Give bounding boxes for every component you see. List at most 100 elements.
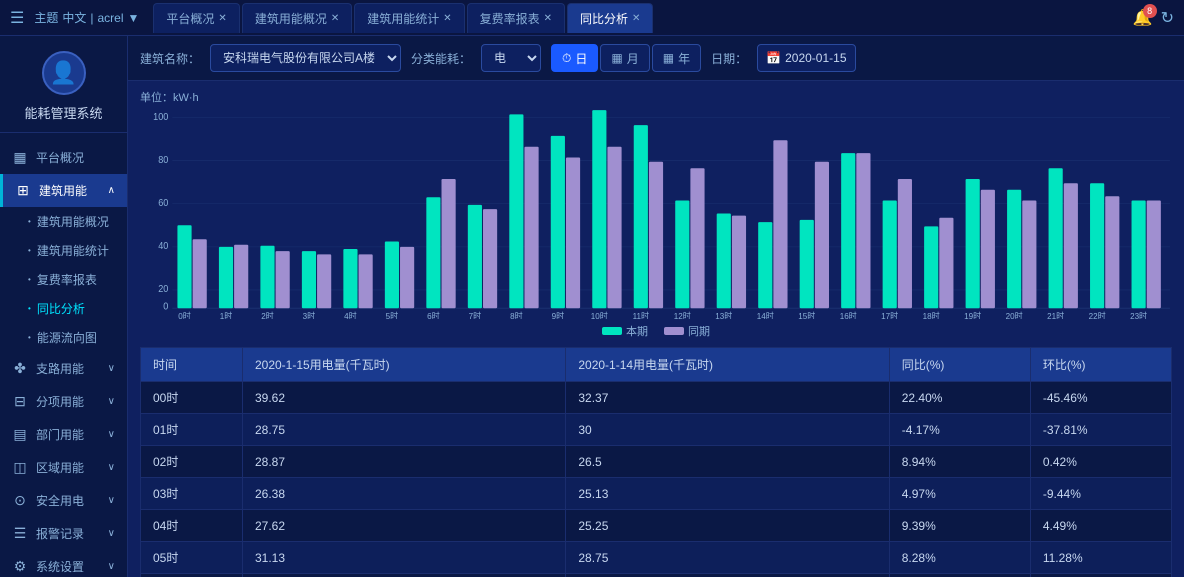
- table-cell-1-0: 01时: [141, 414, 243, 446]
- svg-text:5时: 5时: [386, 311, 399, 319]
- svg-text:20时: 20时: [1006, 311, 1024, 319]
- submenu-rate-report[interactable]: 复费率报表: [0, 265, 127, 294]
- tab-comparison[interactable]: 同比分析 ✕: [567, 3, 653, 33]
- tab-building-overview[interactable]: 建筑用能概况 ✕: [242, 3, 352, 33]
- close-tab-rate-report[interactable]: ✕: [544, 13, 552, 24]
- table-header-row: 时间 2020-1-15用电量(千瓦时) 2020-1-14用电量(千瓦时) 同…: [141, 348, 1172, 382]
- table-cell-2-3: 8.94%: [889, 446, 1030, 478]
- table-cell-3-3: 4.97%: [889, 478, 1030, 510]
- close-tab-platform[interactable]: ✕: [218, 13, 226, 24]
- branch-label: 支路用能: [36, 360, 84, 377]
- sidebar-item-region[interactable]: ◫ 区域用能 ∨: [0, 451, 127, 484]
- refresh-button[interactable]: ↻: [1161, 8, 1174, 28]
- chart-legend: 本期 同期: [140, 323, 1172, 339]
- settings-icon: ⚙: [12, 558, 28, 575]
- svg-text:11时: 11时: [633, 311, 650, 319]
- table-cell-3-4: -9.44%: [1030, 478, 1171, 510]
- svg-text:12时: 12时: [674, 311, 692, 319]
- svg-text:13时: 13时: [715, 311, 733, 319]
- hamburger-menu[interactable]: ☰: [10, 8, 24, 28]
- svg-text:17时: 17时: [881, 311, 899, 319]
- table-cell-6-1: 51.63: [242, 574, 565, 577]
- chart-container: 100 80 60 40 20 0: [140, 109, 1172, 319]
- submenu-comparison[interactable]: 同比分析: [0, 294, 127, 323]
- calendar-icon: 📅: [766, 51, 781, 65]
- safety-icon: ⊙: [12, 492, 28, 509]
- close-tab-building-overview[interactable]: ✕: [331, 13, 339, 24]
- col-mom: 环比(%): [1030, 348, 1171, 382]
- table-cell-2-1: 28.87: [242, 446, 565, 478]
- sidebar-menu: ▦ 平台概况 ⊞ 建筑用能 ∧ 建筑用能概况 建筑用能统计 复费率报表 同比分析…: [0, 133, 127, 577]
- table-cell-4-0: 04时: [141, 510, 243, 542]
- month-button[interactable]: ▦ 月: [600, 44, 649, 72]
- table-cell-0-1: 39.62: [242, 382, 565, 414]
- lang-label: 中文: [62, 9, 86, 26]
- day-button[interactable]: ⏱ 日: [551, 44, 598, 72]
- svg-text:40: 40: [158, 240, 168, 251]
- sidebar-item-platform[interactable]: ▦ 平台概况: [0, 141, 127, 174]
- sidebar-item-alarm[interactable]: ☰ 报警记录 ∨: [0, 517, 127, 550]
- svg-text:0时: 0时: [178, 311, 191, 319]
- year-button[interactable]: ▦ 年: [652, 44, 701, 72]
- clock-icon: ⏱: [562, 51, 571, 66]
- submenu-building-stats[interactable]: 建筑用能统计: [0, 236, 127, 265]
- date-filter-label: 日期：: [711, 50, 747, 67]
- tab-rate-report[interactable]: 复费率报表 ✕: [467, 3, 565, 33]
- svg-text:80: 80: [158, 154, 168, 165]
- category-label: 分项用能: [36, 393, 84, 410]
- year-grid-icon: ▦: [663, 51, 674, 65]
- building-label: 建筑用能: [39, 182, 87, 199]
- svg-text:22时: 22时: [1089, 311, 1107, 319]
- notification-button[interactable]: 🔔 8: [1133, 8, 1153, 28]
- table-cell-0-4: -45.46%: [1030, 382, 1171, 414]
- legend-current: 本期: [602, 323, 648, 339]
- sidebar-header: 👤 能耗管理系统: [0, 36, 127, 133]
- svg-text:20: 20: [158, 283, 168, 294]
- safety-arrow: ∨: [108, 495, 115, 506]
- svg-text:10时: 10时: [591, 311, 609, 319]
- legend-prev: 同期: [664, 323, 710, 339]
- svg-text:16时: 16时: [840, 311, 858, 319]
- submenu-building-overview[interactable]: 建筑用能概况: [0, 207, 127, 236]
- svg-text:23时: 23时: [1130, 311, 1148, 319]
- date-picker[interactable]: 📅 2020-01-15: [757, 44, 855, 72]
- svg-text:7时: 7时: [469, 311, 482, 319]
- table-cell-6-2: 60: [566, 574, 889, 577]
- category-select[interactable]: 电: [481, 44, 541, 72]
- sidebar-item-safety[interactable]: ⊙ 安全用电 ∨: [0, 484, 127, 517]
- sidebar-item-branch[interactable]: ✤ 支路用能 ∨: [0, 352, 127, 385]
- svg-text:0: 0: [163, 300, 168, 311]
- tab-building-stats[interactable]: 建筑用能统计 ✕: [354, 3, 464, 33]
- settings-arrow: ∨: [108, 561, 115, 572]
- table-cell-5-4: 11.28%: [1030, 542, 1171, 574]
- submenu-energy-flow[interactable]: 能源流向图: [0, 323, 127, 352]
- unit-label: 单位：kW·h: [140, 89, 1172, 105]
- building-select[interactable]: 安科瑞电气股份有限公司A楼: [210, 44, 401, 72]
- svg-text:100: 100: [153, 110, 168, 121]
- col-time: 时间: [141, 348, 243, 382]
- svg-text:8时: 8时: [510, 311, 523, 319]
- chart-area: 单位：kW·h 100 80 60 40 20 0: [128, 81, 1184, 347]
- tab-platform-overview[interactable]: 平台概况 ✕: [153, 3, 239, 33]
- svg-text:1时: 1时: [220, 311, 233, 319]
- top-nav: ☰ 主题 中文 | acrel ▼ 平台概况 ✕ 建筑用能概况 ✕ 建筑用能统计…: [0, 0, 1184, 36]
- region-icon: ◫: [12, 459, 28, 476]
- legend-prev-color: [664, 327, 684, 335]
- alarm-icon: ☰: [12, 525, 28, 542]
- table-row: 00时39.6232.3722.40%-45.46%: [141, 382, 1172, 414]
- legend-prev-label: 同期: [688, 323, 710, 339]
- close-tab-building-stats[interactable]: ✕: [443, 13, 451, 24]
- notification-badge: 8: [1143, 4, 1157, 18]
- sidebar-item-building[interactable]: ⊞ 建筑用能 ∧: [0, 174, 127, 207]
- table-cell-4-4: 4.49%: [1030, 510, 1171, 542]
- svg-text:21时: 21时: [1047, 311, 1065, 319]
- main-content: 建筑名称： 安科瑞电气股份有限公司A楼 分类能耗： 电 ⏱ 日 ▦ 月 ▦ 年 …: [128, 36, 1184, 577]
- dept-label: 部门用能: [36, 426, 84, 443]
- table-cell-5-0: 05时: [141, 542, 243, 574]
- sidebar-item-category[interactable]: ⊟ 分项用能 ∨: [0, 385, 127, 418]
- settings-label: 系统设置: [36, 558, 84, 575]
- close-tab-comparison[interactable]: ✕: [632, 13, 640, 24]
- sidebar-item-settings[interactable]: ⚙ 系统设置 ∨: [0, 550, 127, 577]
- user-dropdown[interactable]: ▼: [128, 11, 140, 25]
- sidebar-item-dept[interactable]: ▤ 部门用能 ∨: [0, 418, 127, 451]
